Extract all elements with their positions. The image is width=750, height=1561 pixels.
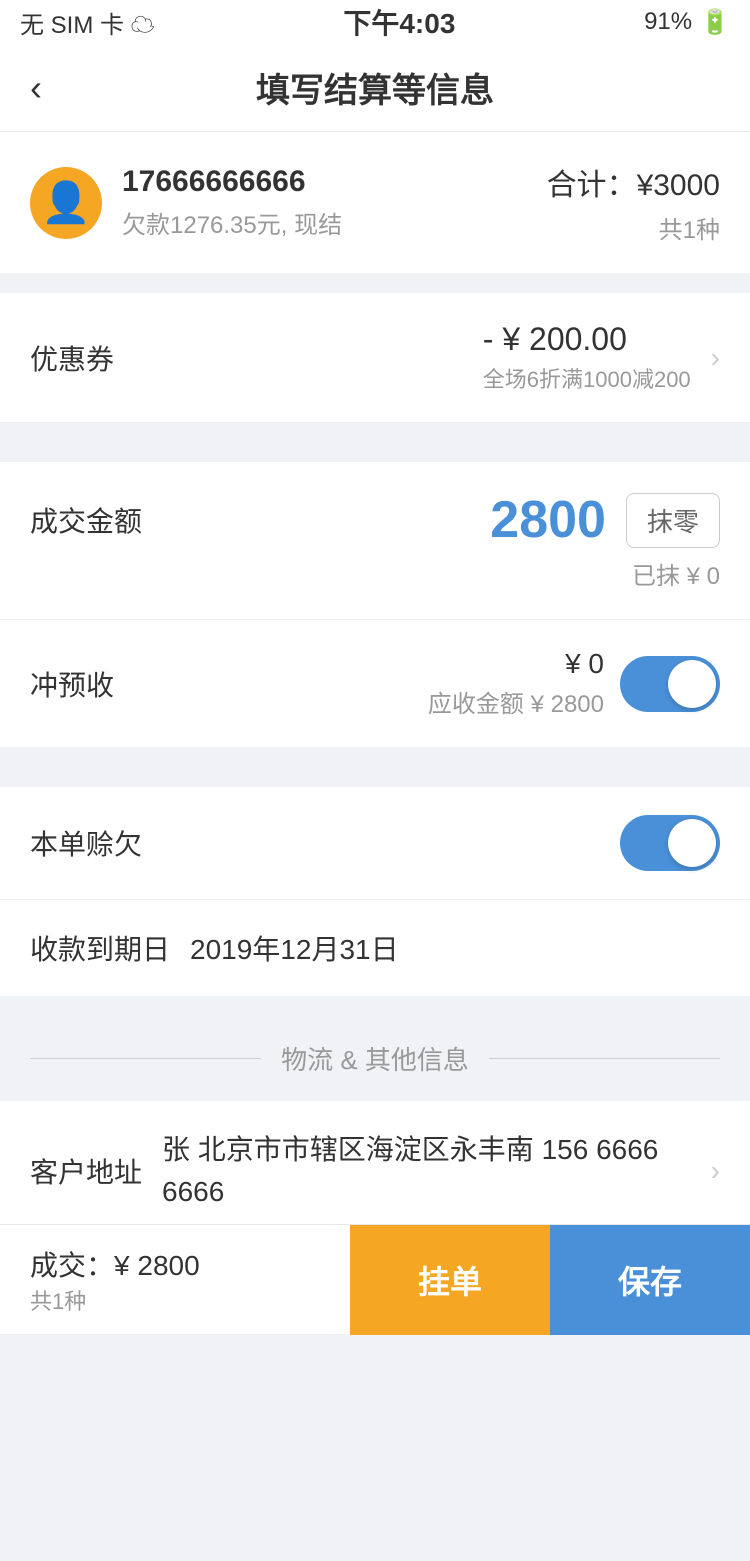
customer-card: 👤 17666666666 欠款1276.35元, 现结 合计：¥3000 共1…	[0, 132, 750, 273]
customer-phone: 17666666666	[122, 165, 342, 199]
precollect-label: 冲预收	[30, 664, 114, 704]
total-label: 合计：	[547, 169, 637, 202]
coupon-chevron-icon: ›	[711, 342, 720, 374]
save-button[interactable]: 保存	[550, 1225, 750, 1335]
amount-label: 成交金额	[30, 500, 142, 540]
amount-right: 2800 抹零	[490, 490, 720, 550]
divider-line-right	[489, 1058, 720, 1059]
coupon-label: 优惠券	[30, 338, 114, 378]
bottom-amount: ¥ 2800	[114, 1250, 200, 1281]
coupon-row[interactable]: 优惠券 - ¥ 200.00 全场6折满1000减200 ›	[0, 293, 750, 422]
avatar-icon: 👤	[41, 179, 91, 226]
coupon-right: - ¥ 200.00 全场6折满1000减200 ›	[483, 321, 720, 394]
duedate-section: 收款到期日 2019年12月31日	[0, 899, 750, 996]
debt-toggle[interactable]	[620, 815, 720, 871]
amount-sub: 已抹 ¥ 0	[30, 556, 720, 591]
duedate-value: 2019年12月31日	[190, 928, 399, 968]
address-value: 张 北京市市辖区海淀区永丰南 156 6666 6666	[162, 1129, 701, 1213]
amount-row: 成交金额 2800 抹零	[30, 490, 720, 550]
content-area: 👤 17666666666 欠款1276.35元, 现结 合计：¥3000 共1…	[0, 132, 750, 1561]
status-right: 91% 🔋	[644, 8, 730, 37]
section-divider-2	[0, 747, 750, 767]
precollect-sub: 应收金额 ¥ 2800	[428, 684, 604, 719]
status-bar: 无 SIM 卡 ☁ 下午4:03 91% 🔋	[0, 0, 750, 44]
avatar: 👤	[30, 167, 102, 239]
customer-info: 17666666666 欠款1276.35元, 现结	[122, 165, 342, 240]
address-section[interactable]: 客户地址 张 北京市市辖区海淀区永丰南 156 6666 6666 ›	[0, 1101, 750, 1241]
total-amount: 合计：¥3000	[547, 160, 720, 204]
address-label: 客户地址	[30, 1151, 142, 1191]
logistics-label: 物流 & 其他信息	[281, 1040, 469, 1077]
duedate-label: 收款到期日	[30, 928, 170, 968]
debt-section: 本单赊欠	[0, 787, 750, 899]
bottom-transaction-label: 成交：	[30, 1250, 114, 1281]
bottom-summary: 成交：¥ 2800 共1种	[0, 1244, 350, 1316]
precollect-right: ¥ 0 应收金额 ¥ 2800	[428, 648, 720, 719]
total-value: ¥3000	[637, 169, 720, 202]
status-left: 无 SIM 卡 ☁	[20, 5, 155, 40]
sim-status: 无 SIM 卡 ☁	[20, 5, 155, 40]
customer-right: 合计：¥3000 共1种	[547, 160, 720, 245]
amount-value: 2800	[490, 490, 606, 550]
status-time: 下午4:03	[343, 2, 455, 42]
customer-left: 👤 17666666666 欠款1276.35元, 现结	[30, 165, 342, 240]
toggle-knob	[668, 660, 716, 708]
bottom-bar: 成交：¥ 2800 共1种 挂单 保存	[0, 1224, 750, 1334]
customer-sub: 欠款1276.35元, 现结	[122, 205, 342, 240]
page-title: 填写结算等信息	[256, 63, 494, 112]
section-divider-1	[0, 442, 750, 462]
precollect-section: 冲预收 ¥ 0 应收金额 ¥ 2800	[0, 619, 750, 747]
hang-single-button[interactable]: 挂单	[350, 1225, 550, 1335]
address-chevron-icon: ›	[711, 1155, 720, 1187]
debt-toggle-knob	[668, 819, 716, 867]
divider-line-left	[30, 1058, 261, 1059]
total-count: 共1种	[547, 210, 720, 245]
precollect-amount: ¥ 0	[428, 648, 604, 680]
amount-section: 成交金额 2800 抹零 已抹 ¥ 0	[0, 462, 750, 619]
debt-label: 本单赊欠	[30, 823, 142, 863]
bottom-count: 共1种	[30, 1284, 320, 1316]
logistics-divider: 物流 & 其他信息	[0, 1016, 750, 1101]
round-button[interactable]: 抹零	[626, 493, 720, 548]
nav-bar: ‹ 填写结算等信息	[0, 44, 750, 132]
battery-status: 91%	[644, 8, 692, 36]
coupon-amount: - ¥ 200.00	[483, 321, 691, 358]
coupon-desc: 全场6折满1000减200	[483, 362, 691, 394]
precollect-toggle[interactable]	[620, 656, 720, 712]
precollect-row: 冲预收 ¥ 0 应收金额 ¥ 2800	[30, 648, 720, 719]
bottom-transaction: 成交：¥ 2800	[30, 1244, 320, 1284]
back-button[interactable]: ‹	[30, 67, 42, 109]
battery-icon: 🔋	[700, 8, 730, 37]
